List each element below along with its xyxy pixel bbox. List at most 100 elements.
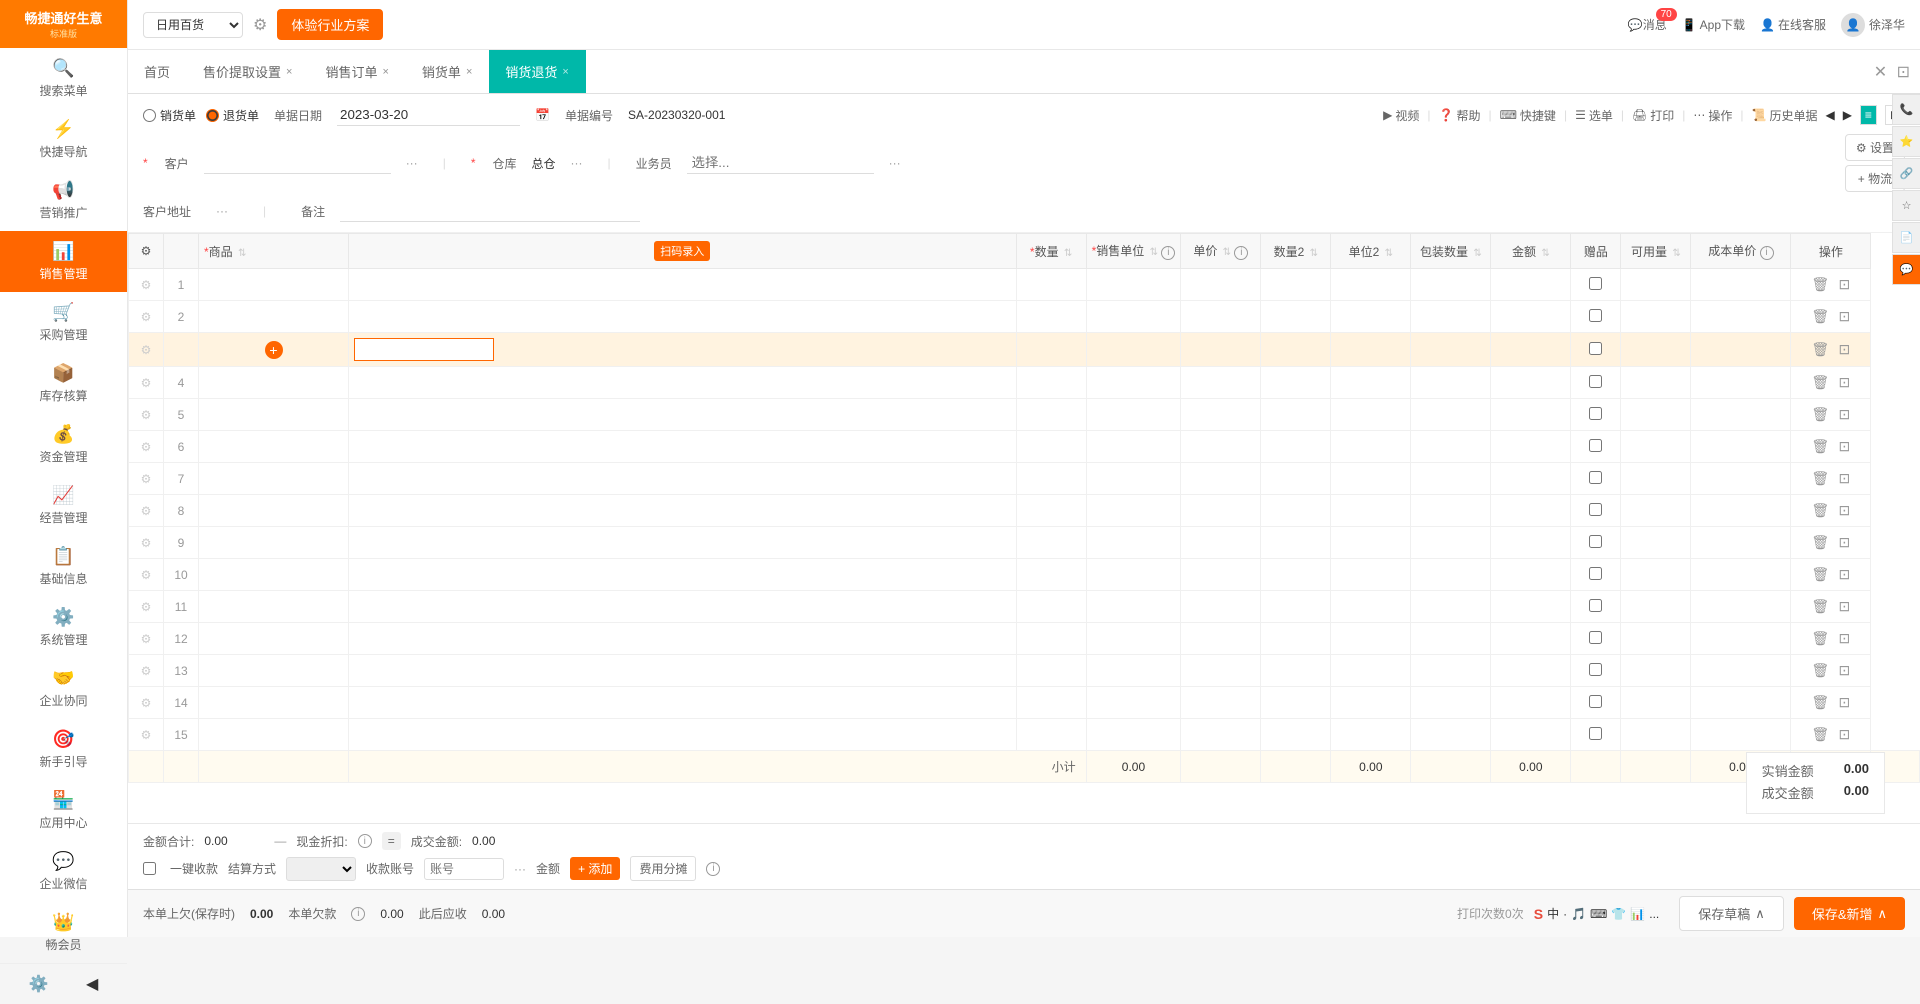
gift-checkbox-14[interactable] [1589, 695, 1602, 708]
cost-cell-5[interactable] [1691, 399, 1791, 431]
tab-sale-price[interactable]: 售价提取设置 × [187, 50, 309, 93]
unit-cell-14[interactable] [1086, 687, 1181, 719]
avail-cell-10[interactable] [1621, 559, 1691, 591]
unit-cell-9[interactable] [1086, 527, 1181, 559]
right-sidebar-star[interactable]: ⭐ [1892, 126, 1920, 157]
shortcut-key-btn[interactable]: ⌨ 快捷键 [1500, 107, 1556, 124]
gift-checkbox-13[interactable] [1589, 663, 1602, 676]
warehouse-picker[interactable]: ··· [571, 156, 583, 170]
pkgqty-cell-2[interactable] [1411, 301, 1491, 333]
pkgqty-cell-15[interactable] [1411, 719, 1491, 751]
qty-cell-4[interactable] [1016, 367, 1086, 399]
copy-row-btn-7[interactable]: ⊡ [1839, 470, 1851, 486]
product-cell-13[interactable] [349, 655, 1017, 687]
copy-row-btn-3[interactable]: ⊡ [1839, 341, 1851, 357]
pkgqty-cell-1[interactable] [1411, 269, 1491, 301]
copy-row-btn-10[interactable]: ⊡ [1839, 566, 1851, 582]
operations-btn[interactable]: ⋯ 操作 [1693, 107, 1732, 124]
copy-row-btn-6[interactable]: ⊡ [1839, 438, 1851, 454]
gift-checkbox-8[interactable] [1589, 503, 1602, 516]
sort-amount[interactable]: ⇅ [1541, 248, 1549, 259]
pkgqty-cell-6[interactable] [1411, 431, 1491, 463]
dropdown-icon[interactable]: ∧ [1877, 906, 1887, 922]
qty-cell-1[interactable] [1016, 269, 1086, 301]
unit-cell-5[interactable] [1086, 399, 1181, 431]
sort-avail[interactable]: ⇅ [1672, 248, 1680, 259]
amount-cell-5[interactable] [1491, 399, 1571, 431]
avail-cell-5[interactable] [1621, 399, 1691, 431]
copy-row-btn-1[interactable]: ⊡ [1839, 276, 1851, 292]
unit2-cell-2[interactable] [1331, 301, 1411, 333]
add-icon-cell[interactable]: + [199, 333, 349, 367]
gift-checkbox-10[interactable] [1589, 567, 1602, 580]
sort-qty2[interactable]: ⇅ [1310, 248, 1318, 259]
pkgqty-cell-11[interactable] [1411, 591, 1491, 623]
avail-cell-7[interactable] [1621, 463, 1691, 495]
copy-row-btn-12[interactable]: ⊡ [1839, 630, 1851, 646]
calendar-icon[interactable]: 📅 [535, 108, 550, 122]
avail-cell-2[interactable] [1621, 301, 1691, 333]
close-all-btn[interactable]: ✕ ⊡ [1864, 62, 1920, 82]
price-cell-2[interactable] [1181, 301, 1261, 333]
app-download-btn[interactable]: 📱 App下载 [1682, 16, 1745, 33]
sidebar-item-purchase[interactable]: 🛒 采购管理 [0, 292, 127, 353]
qty-cell-2[interactable] [1016, 301, 1086, 333]
sidebar-item-basic[interactable]: 📋 基础信息 [0, 536, 127, 597]
unit2-cell-12[interactable] [1331, 623, 1411, 655]
sort-pkgqty[interactable]: ⇅ [1473, 248, 1481, 259]
product-cell-4[interactable] [349, 367, 1017, 399]
unit-cell-10[interactable] [1086, 559, 1181, 591]
debt-info-icon[interactable]: i [351, 907, 365, 921]
avail-cell-1[interactable] [1621, 269, 1691, 301]
delete-row-btn-7[interactable]: 🗑 [1811, 470, 1829, 486]
fee-split-btn[interactable]: 费用分摊 [630, 856, 696, 881]
sidebar-item-finance[interactable]: 💰 资金管理 [0, 414, 127, 475]
unit-cell-7[interactable] [1086, 463, 1181, 495]
collapse-icon[interactable]: ◀ [86, 974, 98, 994]
price-cell-1[interactable] [1181, 269, 1261, 301]
gift-checkbox-11[interactable] [1589, 599, 1602, 612]
qty2-cell-8[interactable] [1261, 495, 1331, 527]
amount-cell-3[interactable] [1491, 333, 1571, 367]
cost-cell-4[interactable] [1691, 367, 1791, 399]
qty-cell-3[interactable] [1016, 333, 1086, 367]
amount-cell-4[interactable] [1491, 367, 1571, 399]
amount-cell-9[interactable] [1491, 527, 1571, 559]
tab-sale-order[interactable]: 销售订单 × [309, 50, 405, 93]
qty2-cell-10[interactable] [1261, 559, 1331, 591]
pkgqty-cell-9[interactable] [1411, 527, 1491, 559]
product-cell-1[interactable] [349, 269, 1017, 301]
scan-btn[interactable]: 扫码录入 [654, 241, 710, 261]
copy-row-btn-4[interactable]: ⊡ [1839, 374, 1851, 390]
cost-cell-11[interactable] [1691, 591, 1791, 623]
delete-row-btn-12[interactable]: 🗑 [1811, 630, 1829, 646]
gift-checkbox-5[interactable] [1589, 407, 1602, 420]
delete-row-btn-14[interactable]: 🗑 [1811, 694, 1829, 710]
pkgqty-cell-13[interactable] [1411, 655, 1491, 687]
date-input[interactable] [337, 104, 520, 126]
sort-unit2[interactable]: ⇅ [1385, 248, 1393, 259]
cost-cell-15[interactable] [1691, 719, 1791, 751]
cost-cell-13[interactable] [1691, 655, 1791, 687]
qty-cell-6[interactable] [1016, 431, 1086, 463]
add-row-btn[interactable]: + [265, 341, 283, 359]
amount-cell-14[interactable] [1491, 687, 1571, 719]
qty-cell-13[interactable] [1016, 655, 1086, 687]
copy-row-btn-5[interactable]: ⊡ [1839, 406, 1851, 422]
sort-product[interactable]: ⇅ [238, 248, 246, 259]
product-cell-2[interactable] [349, 301, 1017, 333]
account-picker[interactable]: ··· [514, 862, 526, 876]
copy-row-btn-9[interactable]: ⊡ [1839, 534, 1851, 550]
video-help-btn[interactable]: ▶ 视频 [1383, 107, 1419, 124]
product-cell-8[interactable] [349, 495, 1017, 527]
amount-cell-11[interactable] [1491, 591, 1571, 623]
gift-checkbox-12[interactable] [1589, 631, 1602, 644]
delete-row-btn-3[interactable]: 🗑 [1811, 341, 1829, 357]
qty2-cell-2[interactable] [1261, 301, 1331, 333]
price-cell-11[interactable] [1181, 591, 1261, 623]
calc-method-select[interactable] [286, 857, 356, 881]
cost-cell-2[interactable] [1691, 301, 1791, 333]
qty-cell-9[interactable] [1016, 527, 1086, 559]
unit2-cell-7[interactable] [1331, 463, 1411, 495]
delete-row-btn-9[interactable]: 🗑 [1811, 534, 1829, 550]
